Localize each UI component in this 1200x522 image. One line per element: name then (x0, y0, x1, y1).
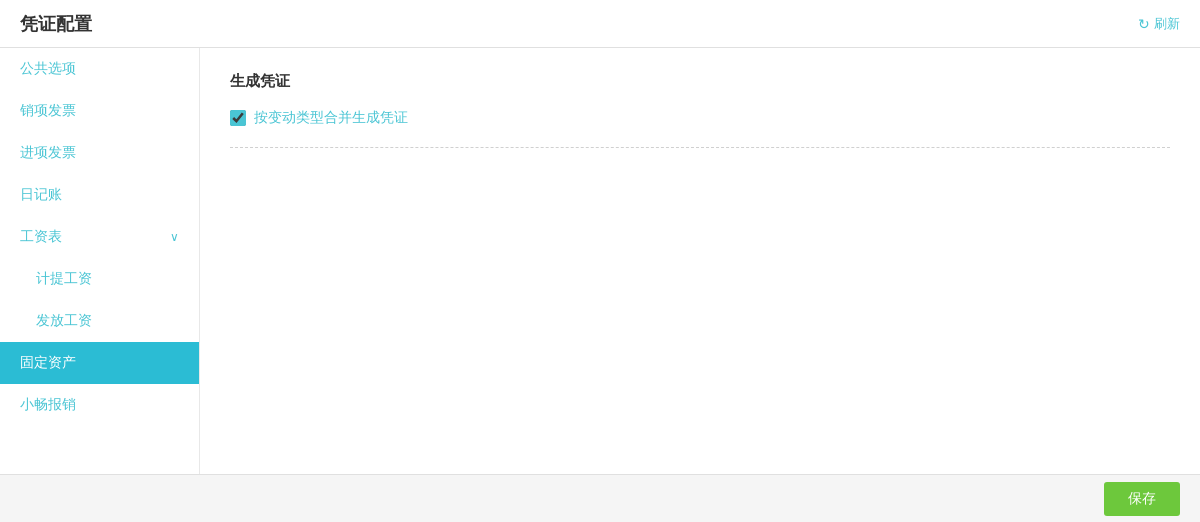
sidebar-item-payroll-calc[interactable]: 计提工资 (0, 258, 199, 300)
page-wrapper: 凭证配置 ↻ 刷新 公共选项销项发票进项发票日记账工资表 ∨ 计提工资发放工资固定资… (0, 0, 1200, 522)
sidebar-label-journal: 日记账 (20, 186, 62, 204)
save-button[interactable]: 保存 (1104, 482, 1180, 516)
sidebar-label-expense-report: 小畅报销 (20, 396, 76, 414)
refresh-label: 刷新 (1154, 15, 1180, 33)
checkbox-wrapper: 按变动类型合并生成凭证 (230, 109, 408, 127)
sidebar-item-payroll-table[interactable]: 工资表 ∨ (0, 216, 199, 258)
form-group: 按变动类型合并生成凭证 (230, 109, 1170, 127)
refresh-button[interactable]: ↻ 刷新 (1138, 15, 1180, 33)
merge-checkbox[interactable] (230, 110, 246, 126)
footer: 保存 (0, 474, 1200, 522)
body: 公共选项销项发票进项发票日记账工资表 ∨ 计提工资发放工资固定资产小畅报销 生成凭证… (0, 48, 1200, 474)
sidebar-label-payroll-calc: 计提工资 (36, 270, 92, 288)
sidebar-item-public-options[interactable]: 公共选项 (0, 48, 199, 90)
sidebar-label-fixed-assets: 固定资产 (20, 354, 76, 372)
sidebar-label-payroll-pay: 发放工资 (36, 312, 92, 330)
header: 凭证配置 ↻ 刷新 (0, 0, 1200, 48)
sidebar-label-payroll-table: 工资表 (20, 228, 62, 246)
sidebar-item-sales-invoice[interactable]: 销项发票 (0, 90, 199, 132)
sidebar-label-purchase-invoice: 进项发票 (20, 144, 76, 162)
sidebar-item-payroll-pay[interactable]: 发放工资 (0, 300, 199, 342)
sidebar: 公共选项销项发票进项发票日记账工资表 ∨ 计提工资发放工资固定资产小畅报销 (0, 48, 200, 474)
sidebar-label-public-options: 公共选项 (20, 60, 76, 78)
sidebar-item-journal[interactable]: 日记账 (0, 174, 199, 216)
section-title: 生成凭证 (230, 72, 1170, 91)
main-content: 生成凭证 按变动类型合并生成凭证 (200, 48, 1200, 474)
refresh-icon: ↻ (1138, 16, 1150, 32)
sidebar-item-expense-report[interactable]: 小畅报销 (0, 384, 199, 426)
sidebar-label-sales-invoice: 销项发票 (20, 102, 76, 120)
divider (230, 147, 1170, 148)
merge-checkbox-label[interactable]: 按变动类型合并生成凭证 (254, 109, 408, 127)
page-title: 凭证配置 (20, 12, 92, 36)
sidebar-item-fixed-assets[interactable]: 固定资产 (0, 342, 199, 384)
sidebar-item-purchase-invoice[interactable]: 进项发票 (0, 132, 199, 174)
chevron-down-icon: ∨ (170, 230, 179, 244)
